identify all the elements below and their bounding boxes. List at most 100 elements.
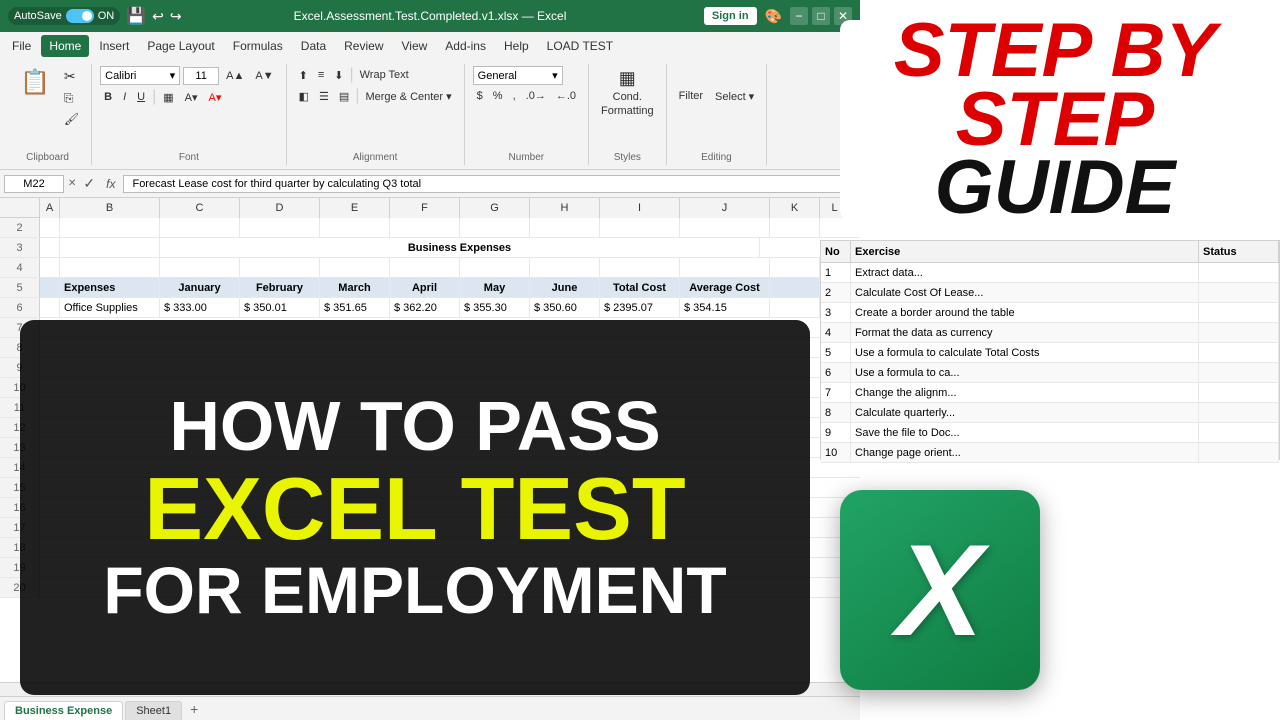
copy-button[interactable]: ⎘ (60, 89, 83, 108)
font-color-button[interactable]: A▾ (205, 89, 226, 106)
cell-i5[interactable]: Total Cost (600, 278, 680, 297)
cell-a3[interactable] (40, 238, 60, 257)
redo-icon[interactable]: ↪ (170, 8, 182, 25)
cell-c2[interactable] (160, 218, 240, 237)
cell-f2[interactable] (390, 218, 460, 237)
col-header-i[interactable]: I (600, 198, 680, 218)
col-header-a[interactable]: A (40, 198, 60, 218)
cell-b5[interactable]: Expenses (60, 278, 160, 297)
cell-i4[interactable] (600, 258, 680, 277)
cell-h4[interactable] (530, 258, 600, 277)
cell-e6[interactable]: $ 351.65 (320, 298, 390, 317)
col-header-b[interactable]: B (60, 198, 160, 218)
save-icon[interactable]: 💾 (126, 6, 146, 26)
cell-j2[interactable] (680, 218, 770, 237)
cell-a2[interactable] (40, 218, 60, 237)
cell-a6[interactable] (40, 298, 60, 317)
comma-button[interactable]: , (509, 88, 520, 104)
percent-button[interactable]: % (489, 88, 507, 104)
select-button[interactable]: Select ▾ (711, 88, 758, 105)
cell-e2[interactable] (320, 218, 390, 237)
wrap-text-button[interactable]: Wrap Text (356, 67, 413, 83)
cell-d4[interactable] (240, 258, 320, 277)
col-header-c[interactable]: C (160, 198, 240, 218)
cell-c3-title[interactable]: Business Expenses (160, 238, 760, 257)
col-header-e[interactable]: E (320, 198, 390, 218)
cell-d2[interactable] (240, 218, 320, 237)
col-header-h[interactable]: H (530, 198, 600, 218)
filter-button[interactable]: Filter (675, 88, 707, 104)
paste-button[interactable]: 📋 (12, 66, 58, 99)
formula-confirm-icon[interactable]: ✓ (80, 175, 98, 192)
menu-insert[interactable]: Insert (91, 35, 137, 57)
align-bottom-button[interactable]: ⬇ (330, 67, 347, 84)
cell-j4[interactable] (680, 258, 770, 277)
menu-formulas[interactable]: Formulas (225, 35, 291, 57)
cell-k5[interactable] (770, 278, 820, 297)
decrease-decimal-button[interactable]: ←.0 (552, 88, 580, 104)
increase-decimal-button[interactable]: .0→ (522, 88, 550, 104)
font-dropdown-icon[interactable]: ▾ (170, 69, 176, 82)
cell-c5[interactable]: January (160, 278, 240, 297)
col-header-f[interactable]: F (390, 198, 460, 218)
menu-home[interactable]: Home (41, 35, 89, 57)
menu-view[interactable]: View (394, 35, 436, 57)
cell-h5[interactable]: June (530, 278, 600, 297)
cell-b3[interactable] (60, 238, 160, 257)
align-left-button[interactable]: ◧ (295, 88, 313, 105)
align-top-button[interactable]: ⬆ (295, 67, 312, 84)
fill-color-button[interactable]: A▾ (181, 89, 202, 106)
cell-b2[interactable] (60, 218, 160, 237)
align-center-button[interactable]: ☰ (315, 88, 333, 105)
autosave-toggle[interactable]: AutoSave ON (8, 7, 120, 25)
bold-button[interactable]: B (100, 89, 116, 105)
cell-e5[interactable]: March (320, 278, 390, 297)
menu-load-test[interactable]: LOAD TEST (539, 35, 621, 57)
align-middle-button[interactable]: ≡ (314, 67, 328, 83)
add-sheet-button[interactable]: + (184, 698, 204, 720)
menu-help[interactable]: Help (496, 35, 537, 57)
align-right-button[interactable]: ▤ (335, 88, 353, 105)
increase-font-button[interactable]: A▲ (222, 68, 248, 84)
cell-c4[interactable] (160, 258, 240, 277)
italic-button[interactable]: I (119, 89, 130, 105)
cell-g6[interactable]: $ 355.30 (460, 298, 530, 317)
cell-g4[interactable] (460, 258, 530, 277)
cell-k2[interactable] (770, 218, 820, 237)
cell-j6[interactable]: $ 354.15 (680, 298, 770, 317)
cell-f5[interactable]: April (390, 278, 460, 297)
format-painter-button[interactable]: 🖌 (60, 110, 83, 128)
formula-input[interactable]: Forecast Lease cost for third quarter by… (123, 175, 856, 193)
merge-center-button[interactable]: Merge & Center ▾ (361, 88, 455, 105)
expand-icon[interactable]: ✕ (68, 178, 76, 189)
undo-icon[interactable]: ↩ (152, 8, 164, 25)
cell-i6[interactable]: $ 2395.07 (600, 298, 680, 317)
maximize-button[interactable]: □ (812, 7, 830, 25)
cell-k6[interactable] (770, 298, 820, 317)
dollar-button[interactable]: $ (473, 88, 487, 104)
cell-h2[interactable] (530, 218, 600, 237)
cell-f6[interactable]: $ 362.20 (390, 298, 460, 317)
cell-k4[interactable] (770, 258, 820, 277)
cell-b6[interactable]: Office Supplies (60, 298, 160, 317)
col-header-d[interactable]: D (240, 198, 320, 218)
cell-reference[interactable]: M22 (4, 175, 64, 193)
cell-j5[interactable]: Average Cost (680, 278, 770, 297)
sheet-tab-business-expense[interactable]: Business Expense (4, 701, 123, 720)
cell-d5[interactable]: February (240, 278, 320, 297)
cell-e4[interactable] (320, 258, 390, 277)
cell-g2[interactable] (460, 218, 530, 237)
font-size-box[interactable]: 11 (183, 67, 219, 85)
cell-i2[interactable] (600, 218, 680, 237)
signin-button[interactable]: Sign in (704, 7, 757, 25)
cell-f4[interactable] (390, 258, 460, 277)
cell-d6[interactable]: $ 350.01 (240, 298, 320, 317)
cell-a4[interactable] (40, 258, 60, 277)
col-header-j[interactable]: J (680, 198, 770, 218)
sheet-tab-sheet1[interactable]: Sheet1 (125, 701, 182, 720)
col-header-g[interactable]: G (460, 198, 530, 218)
ribbon-icon[interactable]: 🎨 (761, 8, 786, 25)
cond-formatting-button[interactable]: ▦ Cond. Formatting (597, 66, 658, 126)
minimize-button[interactable]: − (790, 7, 808, 25)
decrease-font-button[interactable]: A▼ (251, 68, 277, 84)
